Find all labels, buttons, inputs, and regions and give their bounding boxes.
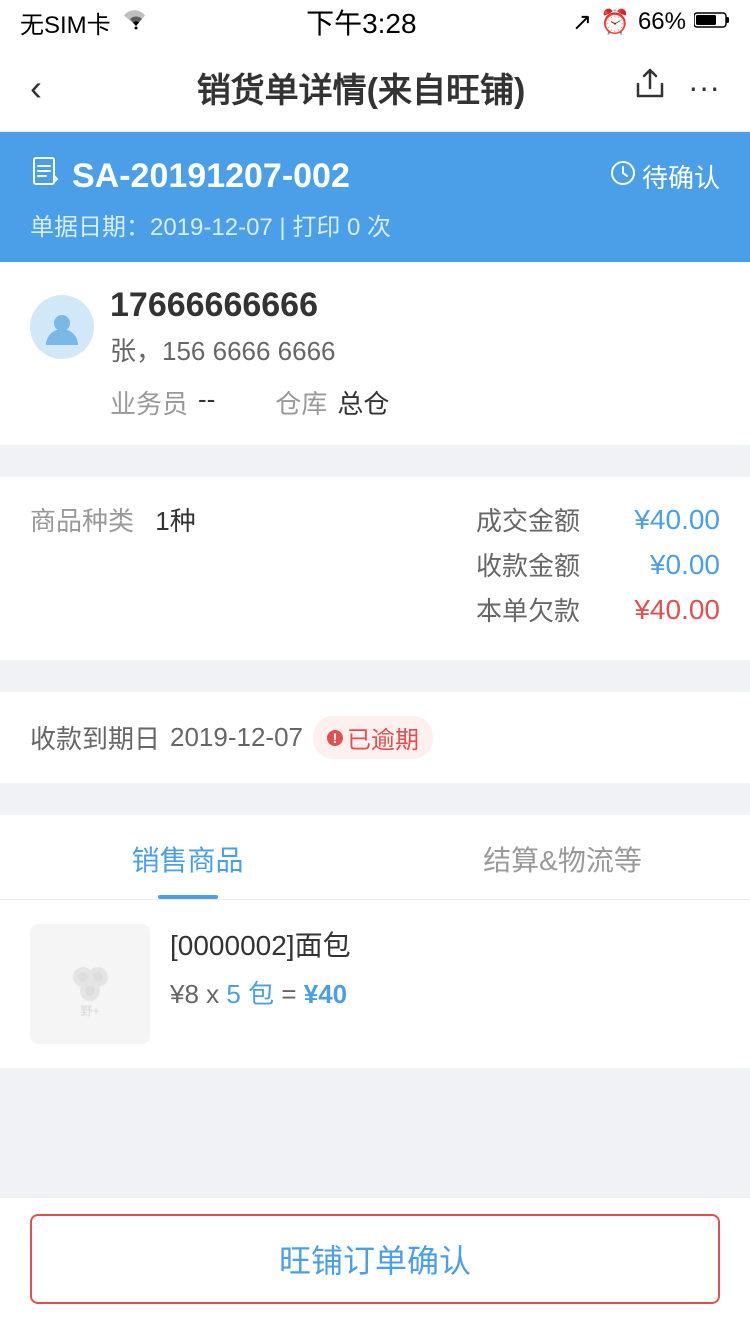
deal-value: ¥40.00	[600, 504, 720, 536]
product-total: ¥40	[304, 979, 347, 1009]
customer-section: 17666666666 张，156 6666 6666 业务员 -- 仓库 总仓	[0, 262, 750, 445]
divider-1	[0, 461, 750, 477]
customer-phone: 17666666666	[110, 286, 336, 325]
product-types: 商品种类 1种	[30, 501, 196, 538]
order-date: 单据日期：2019-12-07 | 打印 0 次	[30, 207, 720, 242]
product-price: ¥8	[170, 979, 199, 1009]
product-formula: ¥8 x 5 包 = ¥40	[170, 974, 720, 1011]
tab-sales-products[interactable]: 销售商品	[0, 815, 375, 899]
product-unit: 包	[248, 979, 274, 1009]
carrier-text: 无SIM卡	[20, 5, 111, 40]
tabs-section: 销售商品 结算&物流等	[0, 815, 750, 900]
owed-label: 本单欠款	[476, 591, 580, 628]
amount-section: 商品种类 1种 成交金额 ¥40.00 收款金额 ¥0.00 本单欠款 ¥40.…	[0, 477, 750, 660]
share-icon[interactable]	[632, 66, 668, 110]
status-right: ↗ ⏰ 66%	[572, 8, 730, 37]
status-left: 无SIM卡	[20, 5, 151, 40]
deal-label: 成交金额	[476, 501, 580, 538]
wifi-icon	[121, 8, 151, 37]
customer-info: 17666666666 张，156 6666 6666	[110, 286, 336, 368]
overdue-dot-icon: !	[327, 730, 343, 746]
warehouse-label: 仓库	[275, 384, 327, 421]
customer-name: 张，156 6666 6666	[110, 331, 336, 368]
status-bar: 无SIM卡 下午3:28 ↗ ⏰ 66%	[0, 0, 750, 44]
back-button[interactable]: ‹	[30, 67, 90, 109]
owed-value: ¥40.00	[600, 594, 720, 626]
order-header: SA-20191207-002 待确认 单据日期：2019-12-07 | 打印…	[0, 132, 750, 262]
divider-2	[0, 676, 750, 692]
divider-3	[0, 799, 750, 815]
due-date: 2019-12-07	[170, 722, 303, 753]
product-thumbnail: 野+	[30, 924, 150, 1044]
product-types-label: 商品种类	[30, 506, 134, 536]
nav-actions: ···	[632, 66, 720, 110]
product-info: [0000002]面包 ¥8 x 5 包 = ¥40	[170, 924, 720, 1011]
formula-multiply: x	[206, 979, 226, 1009]
salesperson-label: 业务员	[110, 384, 188, 421]
due-label: 收款到期日	[30, 719, 160, 756]
clock-icon	[610, 160, 636, 193]
warehouse-item: 仓库 总仓	[275, 384, 389, 421]
order-id: SA-20191207-002	[30, 156, 350, 197]
product-types-value: 1种	[155, 506, 195, 536]
formula-equals: =	[281, 979, 303, 1009]
battery-icon	[694, 8, 730, 36]
deal-amount-row: 成交金额 ¥40.00	[476, 501, 720, 538]
overdue-text: 已逾期	[347, 720, 419, 755]
order-status: 待确认	[610, 158, 720, 195]
location-icon: ↗	[572, 8, 592, 37]
confirm-button[interactable]: 旺铺订单确认	[30, 1214, 720, 1304]
owed-amount-row: 本单欠款 ¥40.00	[476, 591, 720, 628]
alarm-icon: ⏰	[600, 8, 630, 37]
salesperson-item: 业务员 --	[110, 384, 215, 421]
more-icon[interactable]: ···	[688, 69, 720, 106]
received-label: 收款金额	[476, 546, 580, 583]
customer-avatar	[30, 295, 94, 359]
overdue-badge: ! 已逾期	[313, 716, 433, 759]
salesperson-value: --	[198, 384, 215, 421]
due-section: 收款到期日 2019-12-07 ! 已逾期	[0, 692, 750, 783]
warehouse-value: 总仓	[337, 384, 389, 421]
received-amount-row: 收款金额 ¥0.00	[476, 546, 720, 583]
battery-text: 66%	[638, 8, 686, 36]
customer-meta: 业务员 -- 仓库 总仓	[30, 384, 720, 421]
product-item: 野+ [0000002]面包 ¥8 x 5 包 = ¥40	[30, 924, 720, 1044]
product-qty: 5	[226, 979, 240, 1009]
tab-settlement[interactable]: 结算&物流等	[375, 815, 750, 899]
nav-bar: ‹ 销货单详情(来自旺铺) ···	[0, 44, 750, 132]
amount-right: 成交金额 ¥40.00 收款金额 ¥0.00 本单欠款 ¥40.00	[476, 501, 720, 636]
page-title: 销货单详情(来自旺铺)	[197, 63, 526, 112]
bottom-bar: 旺铺订单确认	[0, 1197, 750, 1334]
received-value: ¥0.00	[600, 549, 720, 581]
order-icon	[30, 156, 62, 197]
product-name: [0000002]面包	[170, 924, 720, 964]
svg-text:野+: 野+	[80, 1004, 99, 1018]
product-list: 野+ [0000002]面包 ¥8 x 5 包 = ¥40	[0, 900, 750, 1068]
time-display: 下午3:28	[306, 2, 417, 42]
tabs-row: 销售商品 结算&物流等	[0, 815, 750, 900]
